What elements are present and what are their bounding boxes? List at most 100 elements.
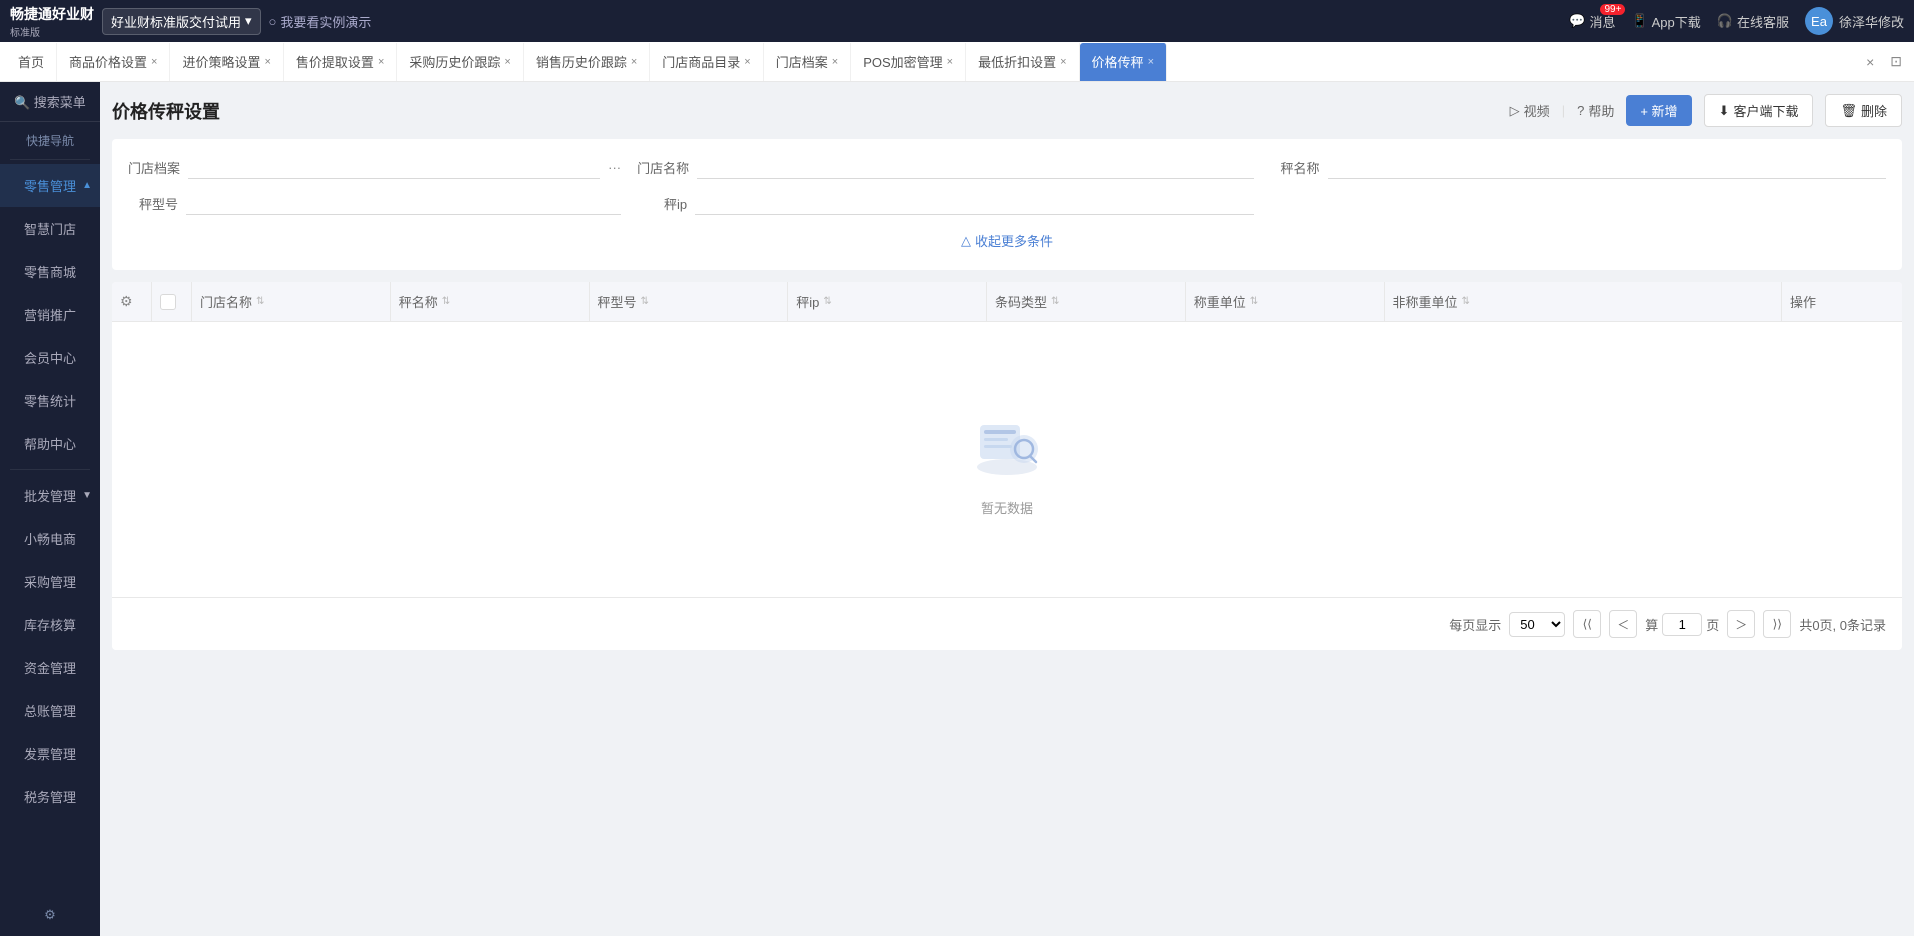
sort-icon[interactable]: ⇅ — [1462, 296, 1470, 307]
page-info: 算 页 — [1645, 613, 1719, 636]
store-name-input[interactable] — [697, 155, 1253, 179]
sidebar-item-finance[interactable]: 资金管理 — [0, 646, 100, 689]
tab-close-icon[interactable]: × — [1148, 56, 1154, 68]
th-scale-name: 秤名称 ⇅ — [391, 282, 590, 321]
add-button[interactable]: + 新增 — [1626, 95, 1691, 126]
sidebar-item-retail-mgmt[interactable]: 零售管理 ▲ — [0, 164, 100, 207]
th-store-name: 门店名称 ⇅ — [192, 282, 391, 321]
tab-close-icon[interactable]: × — [947, 56, 953, 68]
sidebar: 🔍 搜索菜单 快捷导航 零售管理 ▲ 智慧门店 零售商城 营销推广 会员中心 零… — [0, 82, 100, 936]
prev-page-button[interactable]: ＜ — [1609, 610, 1637, 638]
close-all-tabs-button[interactable]: × — [1860, 52, 1880, 72]
th-settings[interactable]: ⚙ — [112, 282, 152, 321]
page-actions: ▷ 视频 | ? 帮助 + 新增 ⬇ 客户端下载 🗑 删除 — [1510, 94, 1902, 127]
version-selector[interactable]: 好业财标准版交付试用 ▾ — [102, 8, 261, 35]
tab-pos-crypto[interactable]: POS加密管理 × — [851, 43, 966, 81]
play-icon: ▷ — [1510, 103, 1520, 119]
tab-label: 销售历史价跟踪 — [536, 52, 627, 71]
demo-label: 我要看实例演示 — [280, 12, 371, 31]
sort-icon[interactable]: ⇅ — [442, 296, 450, 307]
tab-close-icon[interactable]: × — [1060, 56, 1066, 68]
sidebar-item-retail-mall[interactable]: 零售商城 — [0, 250, 100, 293]
tab-close-icon[interactable]: × — [832, 56, 838, 68]
tab-close-icon[interactable]: × — [744, 56, 750, 68]
th-operation: 操作 — [1782, 282, 1902, 321]
th-label: 操作 — [1790, 292, 1816, 311]
sidebar-item-purchase[interactable]: 采购管理 — [0, 560, 100, 603]
sidebar-item-member[interactable]: 会员中心 — [0, 336, 100, 379]
tab-close-icon[interactable]: × — [631, 56, 637, 68]
tab-sale-price[interactable]: 售价提取设置 × — [284, 43, 397, 81]
store-file-input[interactable] — [188, 155, 600, 179]
app-download-action[interactable]: 📱 App下载 — [1631, 12, 1700, 31]
sidebar-item-ledger[interactable]: 总账管理 — [0, 689, 100, 732]
sidebar-search[interactable]: 🔍 搜索菜单 — [0, 82, 100, 122]
th-checkbox[interactable] — [152, 282, 192, 321]
store-name-label: 门店名称 — [637, 158, 689, 177]
last-page-button[interactable]: ⟩⟩ — [1763, 610, 1791, 638]
tab-store-file[interactable]: 门店档案 × — [764, 43, 851, 81]
message-action[interactable]: 💬 消息 99+ — [1569, 12, 1615, 31]
search-icon: 🔍 — [14, 95, 30, 110]
collapse-button[interactable]: △ 收起更多条件 — [128, 227, 1886, 254]
tab-min-discount[interactable]: 最低折扣设置 × — [966, 43, 1079, 81]
tab-close-icon[interactable]: × — [264, 56, 270, 68]
download-button[interactable]: ⬇ 客户端下载 — [1704, 94, 1814, 127]
sort-icon[interactable]: ⇅ — [256, 296, 264, 307]
tab-price-scale[interactable]: 价格传秤 × — [1080, 43, 1167, 81]
select-all-checkbox[interactable] — [160, 294, 176, 310]
sidebar-item-help[interactable]: 帮助中心 — [0, 422, 100, 465]
tab-close-icon[interactable]: × — [378, 56, 384, 68]
tab-commodity-price[interactable]: 商品价格设置 × — [57, 43, 170, 81]
tab-bar: 首页 商品价格设置 × 进价策略设置 × 售价提取设置 × 采购历史价跟踪 × … — [0, 42, 1914, 82]
first-page-button[interactable]: ⟨⟨ — [1573, 610, 1601, 638]
sidebar-quick-nav[interactable]: 快捷导航 — [0, 122, 100, 155]
tab-label: POS加密管理 — [863, 52, 942, 71]
page-size-select[interactable]: 20 50 100 — [1509, 612, 1565, 637]
scale-name-input[interactable] — [1328, 155, 1886, 179]
sort-icon[interactable]: ⇅ — [823, 296, 831, 307]
content-area: 价格传秤设置 ▷ 视频 | ? 帮助 + 新增 ⬇ 客户端下载 🗑 — [100, 82, 1914, 936]
sidebar-item-inventory[interactable]: 库存核算 — [0, 603, 100, 646]
sidebar-item-marketing[interactable]: 营销推广 — [0, 293, 100, 336]
sidebar-settings-button[interactable]: ⚙ — [0, 894, 100, 936]
tab-home[interactable]: 首页 — [6, 43, 57, 81]
main-layout: 🔍 搜索菜单 快捷导航 零售管理 ▲ 智慧门店 零售商城 营销推广 会员中心 零… — [0, 82, 1914, 936]
sort-icon[interactable]: ⇅ — [1250, 296, 1258, 307]
top-bar-left: 畅捷通好业财 标准版 好业财标准版交付试用 ▾ ○ 我要看实例演示 — [10, 4, 371, 39]
collapse-label: 收起更多条件 — [975, 231, 1053, 250]
tab-sale-history[interactable]: 销售历史价跟踪 × — [524, 43, 650, 81]
tab-purchase-strategy[interactable]: 进价策略设置 × — [170, 43, 283, 81]
sidebar-item-smart-store[interactable]: 智慧门店 — [0, 207, 100, 250]
sidebar-item-wholesale[interactable]: 批发管理 ▼ — [0, 474, 100, 517]
expand-tabs-button[interactable]: ⊡ — [1884, 51, 1908, 72]
message-badge: 99+ — [1600, 4, 1625, 15]
tab-purchase-history[interactable]: 采购历史价跟踪 × — [397, 43, 523, 81]
tab-store-catalog[interactable]: 门店商品目录 × — [650, 43, 763, 81]
sidebar-item-invoice[interactable]: 发票管理 — [0, 732, 100, 775]
filter-row-1: 门店档案 ··· 门店名称 秤名称 — [128, 155, 1886, 179]
dots-icon[interactable]: ··· — [608, 160, 621, 175]
headset-icon: 🎧 — [1717, 13, 1733, 29]
help-label: 帮助 — [1588, 101, 1614, 120]
scale-ip-input[interactable] — [695, 191, 1253, 215]
sort-icon[interactable]: ⇅ — [1051, 296, 1059, 307]
online-service-action[interactable]: 🎧 在线客服 — [1717, 12, 1789, 31]
sidebar-item-label: 税务管理 — [24, 787, 76, 806]
help-link[interactable]: ? 帮助 — [1577, 101, 1614, 120]
sort-icon[interactable]: ⇅ — [641, 296, 649, 307]
tab-close-icon[interactable]: × — [504, 56, 510, 68]
tab-close-icon[interactable]: × — [151, 56, 157, 68]
next-page-button[interactable]: ＞ — [1727, 610, 1755, 638]
scale-model-input[interactable] — [186, 191, 621, 215]
go-label: 页 — [1706, 615, 1719, 634]
user-action[interactable]: Ea 徐泽华修改 — [1805, 7, 1904, 35]
sidebar-item-ecommerce[interactable]: 小畅电商 — [0, 517, 100, 560]
sidebar-item-tax[interactable]: 税务管理 — [0, 775, 100, 818]
delete-button[interactable]: 🗑 删除 — [1825, 94, 1902, 127]
sidebar-item-retail-stats[interactable]: 零售统计 — [0, 379, 100, 422]
gear-icon[interactable]: ⚙ — [120, 293, 133, 310]
page-input[interactable] — [1662, 613, 1702, 636]
demo-button[interactable]: ○ 我要看实例演示 — [269, 12, 372, 31]
video-link[interactable]: ▷ 视频 — [1510, 101, 1550, 120]
